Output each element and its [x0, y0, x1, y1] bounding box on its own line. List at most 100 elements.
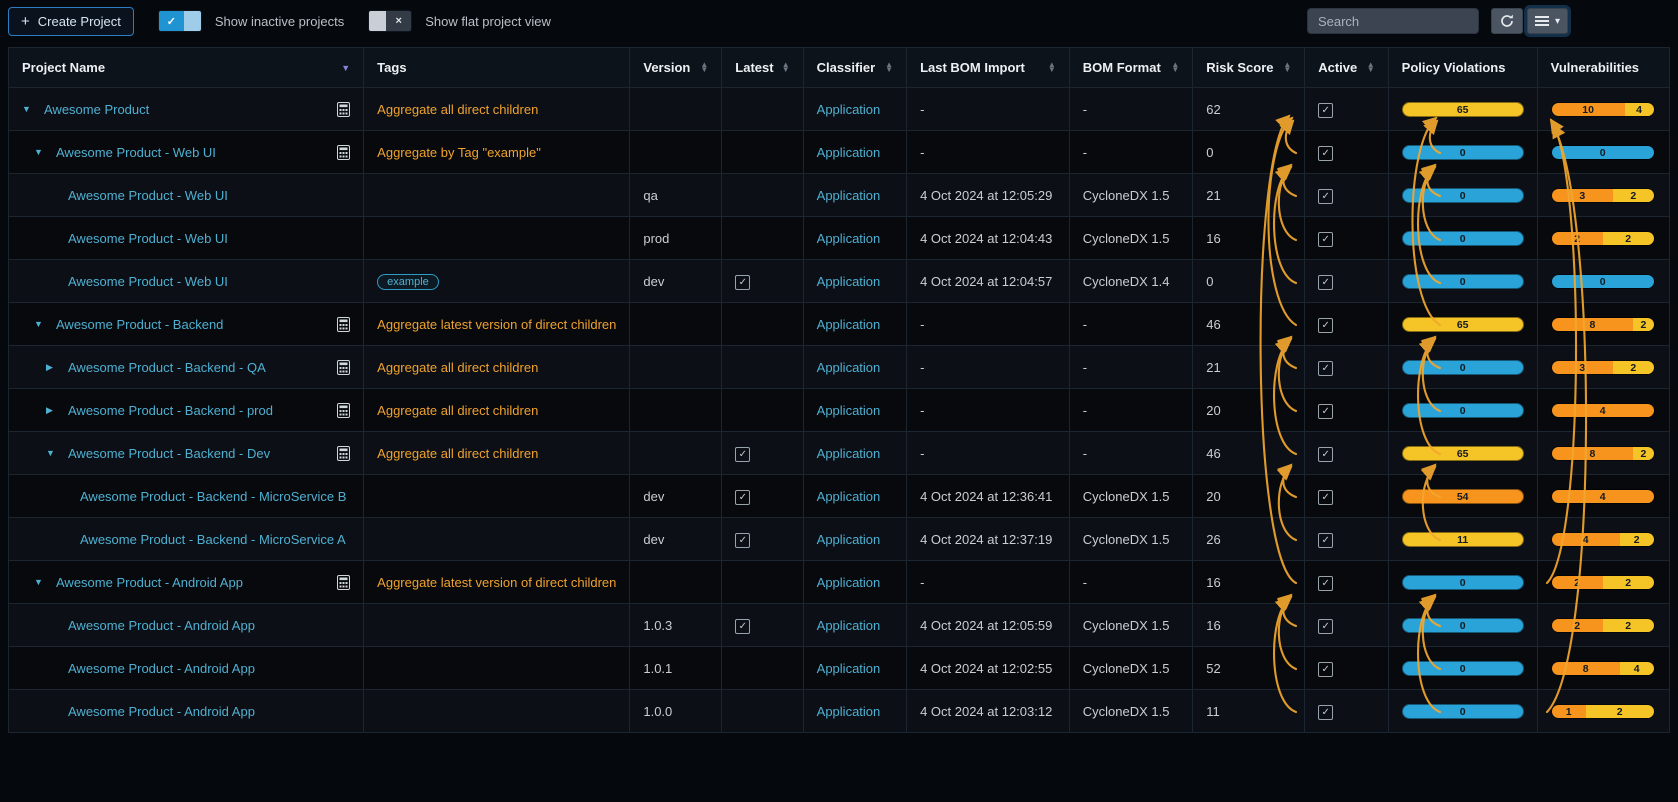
latest-checkbox[interactable]: ✓: [735, 274, 751, 290]
active-checkbox[interactable]: ✓: [1318, 317, 1334, 333]
tree-caret-icon[interactable]: ▶: [46, 362, 60, 373]
project-name-link[interactable]: Awesome Product - Backend - QA: [68, 360, 266, 375]
project-name-link[interactable]: Awesome Product - Web UI: [68, 188, 228, 203]
vulnerabilities-badge[interactable]: 10 4: [1550, 102, 1655, 118]
column-header-bom-format[interactable]: BOM Format ▲ ▼: [1068, 47, 1194, 88]
active-checkbox[interactable]: ✓: [1318, 188, 1334, 204]
tag-badge[interactable]: example: [377, 273, 439, 290]
project-name-link[interactable]: Awesome Product - Android App: [68, 704, 255, 719]
classifier-link[interactable]: Application: [817, 317, 881, 332]
classifier-link[interactable]: Application: [817, 145, 881, 160]
column-header-version[interactable]: Version ▲ ▼: [629, 47, 723, 88]
column-header-latest[interactable]: Latest ▲ ▼: [721, 47, 804, 88]
sort-toggle-icon[interactable]: ▲ ▼: [1048, 60, 1056, 73]
policy-violations-badge[interactable]: 0: [1401, 403, 1524, 419]
active-checkbox[interactable]: ✓: [1318, 145, 1334, 161]
classifier-link[interactable]: Application: [817, 704, 881, 719]
classifier-link[interactable]: Application: [817, 231, 881, 246]
policy-violations-badge[interactable]: 0: [1401, 575, 1524, 591]
policy-violations-badge[interactable]: 0: [1401, 661, 1524, 677]
column-header-last-bom-import[interactable]: Last BOM Import ▲ ▼: [906, 47, 1070, 88]
project-name-link[interactable]: Awesome Product - Backend - prod: [68, 403, 273, 418]
project-name-link[interactable]: Awesome Product - Web UI: [68, 274, 228, 289]
classifier-link[interactable]: Application: [817, 360, 881, 375]
policy-violations-badge[interactable]: 0: [1401, 618, 1524, 634]
sort-toggle-icon[interactable]: ▲ ▼: [700, 60, 708, 73]
show-flat-toggle[interactable]: ×: [368, 10, 413, 32]
tree-caret-icon[interactable]: ▼: [34, 319, 48, 329]
tree-caret-icon[interactable]: ▼: [34, 147, 48, 157]
project-name-link[interactable]: Awesome Product - Backend - MicroService…: [80, 489, 346, 504]
project-name-link[interactable]: Awesome Product - Android App: [68, 661, 255, 676]
active-checkbox[interactable]: ✓: [1318, 102, 1334, 118]
sort-toggle-icon[interactable]: ▲ ▼: [1283, 60, 1291, 73]
tree-caret-icon[interactable]: ▼: [22, 104, 36, 114]
active-checkbox[interactable]: ✓: [1318, 274, 1334, 290]
active-checkbox[interactable]: ✓: [1318, 403, 1334, 419]
show-inactive-toggle[interactable]: ✓: [157, 10, 202, 32]
project-name-link[interactable]: Awesome Product - Backend - MicroService…: [80, 532, 346, 547]
tree-caret-icon[interactable]: ▼: [34, 577, 48, 587]
sort-toggle-icon[interactable]: ▲ ▼: [1367, 60, 1375, 73]
classifier-link[interactable]: Application: [817, 489, 881, 504]
active-checkbox[interactable]: ✓: [1318, 704, 1334, 720]
active-checkbox[interactable]: ✓: [1318, 231, 1334, 247]
active-checkbox[interactable]: ✓: [1318, 446, 1334, 462]
active-checkbox[interactable]: ✓: [1318, 618, 1334, 634]
policy-violations-badge[interactable]: 0: [1401, 188, 1524, 204]
policy-violations-badge[interactable]: 65: [1401, 102, 1524, 118]
policy-violations-badge[interactable]: 0: [1401, 231, 1524, 247]
column-header-classifier[interactable]: Classifier ▲ ▼: [802, 47, 908, 88]
latest-checkbox[interactable]: ✓: [735, 446, 751, 462]
project-name-link[interactable]: Awesome Product: [44, 102, 149, 117]
sort-desc-icon[interactable]: ▼: [341, 63, 350, 73]
project-name-link[interactable]: Awesome Product - Web UI: [68, 231, 228, 246]
policy-violations-badge[interactable]: 54: [1401, 489, 1524, 505]
classifier-link[interactable]: Application: [817, 188, 881, 203]
active-checkbox[interactable]: ✓: [1318, 575, 1334, 591]
active-checkbox[interactable]: ✓: [1318, 532, 1334, 548]
vulnerabilities-badge[interactable]: 22: [1550, 231, 1655, 247]
vulnerabilities-badge[interactable]: 42: [1550, 532, 1655, 548]
classifier-link[interactable]: Application: [817, 618, 881, 633]
policy-violations-badge[interactable]: 0: [1401, 145, 1524, 161]
tree-caret-icon[interactable]: ▼: [46, 448, 60, 458]
active-checkbox[interactable]: ✓: [1318, 661, 1334, 677]
column-header-active[interactable]: Active ▲ ▼: [1304, 47, 1389, 88]
sort-toggle-icon[interactable]: ▲ ▼: [1171, 60, 1179, 73]
policy-violations-badge[interactable]: 0: [1401, 274, 1524, 290]
policy-violations-badge[interactable]: 0: [1401, 704, 1524, 720]
project-name-link[interactable]: Awesome Product - Android App: [68, 618, 255, 633]
latest-checkbox[interactable]: ✓: [735, 618, 751, 634]
column-header-project-name[interactable]: Project Name ▼: [7, 47, 365, 88]
policy-violations-badge[interactable]: 11: [1401, 532, 1524, 548]
vulnerabilities-badge[interactable]: 0: [1550, 274, 1655, 290]
column-header-risk-score[interactable]: Risk Score ▲ ▼: [1192, 47, 1306, 88]
search-input[interactable]: [1306, 8, 1479, 34]
vulnerabilities-badge[interactable]: 32: [1550, 188, 1655, 204]
vulnerabilities-badge[interactable]: 32: [1550, 360, 1655, 376]
vulnerabilities-badge[interactable]: 84: [1550, 661, 1655, 677]
active-checkbox[interactable]: ✓: [1318, 360, 1334, 376]
vulnerabilities-badge[interactable]: 22: [1550, 575, 1655, 591]
classifier-link[interactable]: Application: [817, 575, 881, 590]
vulnerabilities-badge[interactable]: 22: [1550, 618, 1655, 634]
classifier-link[interactable]: Application: [817, 102, 881, 117]
vulnerabilities-badge[interactable]: 82: [1550, 446, 1655, 462]
policy-violations-badge[interactable]: 65: [1401, 446, 1524, 462]
project-name-link[interactable]: Awesome Product - Backend: [56, 317, 223, 332]
vulnerabilities-badge[interactable]: 0: [1550, 145, 1655, 161]
latest-checkbox[interactable]: ✓: [735, 532, 751, 548]
vulnerabilities-badge[interactable]: 82: [1550, 317, 1655, 333]
vulnerabilities-badge[interactable]: 4: [1550, 403, 1655, 419]
project-name-link[interactable]: Awesome Product - Android App: [56, 575, 243, 590]
policy-violations-badge[interactable]: 65: [1401, 317, 1524, 333]
refresh-button[interactable]: [1490, 8, 1523, 34]
classifier-link[interactable]: Application: [817, 661, 881, 676]
classifier-link[interactable]: Application: [817, 532, 881, 547]
project-name-link[interactable]: Awesome Product - Web UI: [56, 145, 216, 160]
classifier-link[interactable]: Application: [817, 446, 881, 461]
vulnerabilities-badge[interactable]: 12: [1550, 704, 1655, 720]
classifier-link[interactable]: Application: [817, 274, 881, 289]
vulnerabilities-badge[interactable]: 4: [1550, 489, 1655, 505]
